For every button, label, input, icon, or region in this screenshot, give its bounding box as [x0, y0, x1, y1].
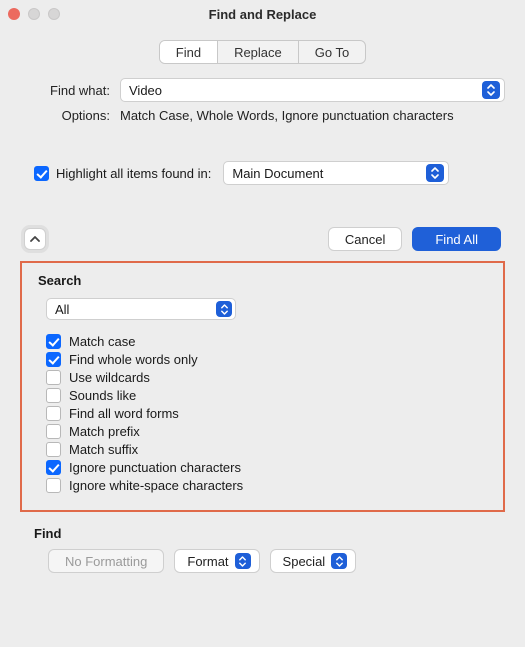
- options-summary: Match Case, Whole Words, Ignore punctuat…: [120, 108, 454, 123]
- no-formatting-button: No Formatting: [48, 549, 164, 573]
- search-option-checkbox[interactable]: [46, 388, 61, 403]
- search-scope-value: All: [55, 302, 69, 317]
- find-section-heading: Find: [34, 526, 505, 541]
- search-option-label: Find whole words only: [69, 352, 198, 367]
- highlight-label: Highlight all items found in:: [56, 166, 211, 181]
- cancel-button[interactable]: Cancel: [328, 227, 402, 251]
- search-option[interactable]: Ignore punctuation characters: [46, 460, 487, 475]
- chevron-up-icon: [30, 234, 40, 244]
- search-option-checkbox[interactable]: [46, 478, 61, 493]
- search-option-checkbox[interactable]: [46, 460, 61, 475]
- search-option-label: Match prefix: [69, 424, 140, 439]
- window-title: Find and Replace: [0, 7, 525, 22]
- find-what-label: Find what:: [20, 83, 120, 98]
- search-heading: Search: [38, 273, 487, 288]
- dropdown-icon: [235, 553, 251, 569]
- find-what-value: Video: [129, 83, 162, 98]
- search-option[interactable]: Match prefix: [46, 424, 487, 439]
- search-option[interactable]: Use wildcards: [46, 370, 487, 385]
- search-option-checkbox[interactable]: [46, 406, 61, 421]
- tab-replace[interactable]: Replace: [217, 41, 298, 63]
- search-option[interactable]: Find whole words only: [46, 352, 487, 367]
- search-option-label: Ignore punctuation characters: [69, 460, 241, 475]
- find-what-combo[interactable]: Video: [120, 78, 505, 102]
- highlight-scope-value: Main Document: [232, 166, 323, 181]
- tab-find[interactable]: Find: [160, 41, 217, 63]
- collapse-toggle[interactable]: [24, 228, 46, 250]
- search-option-label: Find all word forms: [69, 406, 179, 421]
- search-option-label: Match suffix: [69, 442, 138, 457]
- special-button[interactable]: Special: [270, 549, 357, 573]
- search-option-checkbox[interactable]: [46, 424, 61, 439]
- dropdown-icon: [331, 553, 347, 569]
- dropdown-icon: [426, 164, 444, 182]
- dialog-content: Find Replace Go To Find what: Video Opti…: [0, 28, 525, 591]
- search-option-label: Use wildcards: [69, 370, 150, 385]
- dropdown-icon: [216, 301, 232, 317]
- search-option-label: Match case: [69, 334, 135, 349]
- search-option-checkbox[interactable]: [46, 334, 61, 349]
- search-option-checkbox[interactable]: [46, 442, 61, 457]
- options-label: Options:: [20, 108, 120, 123]
- search-option-label: Sounds like: [69, 388, 136, 403]
- search-options-list: Match case Find whole words only Use wildc…: [38, 334, 487, 493]
- search-option-checkbox[interactable]: [46, 370, 61, 385]
- highlight-checkbox[interactable]: Highlight all items found in:: [34, 166, 211, 181]
- highlight-scope-combo[interactable]: Main Document: [223, 161, 449, 185]
- search-option[interactable]: Match suffix: [46, 442, 487, 457]
- search-scope-combo[interactable]: All: [46, 298, 236, 320]
- tab-goto[interactable]: Go To: [298, 41, 365, 63]
- format-button[interactable]: Format: [174, 549, 259, 573]
- special-button-label: Special: [283, 554, 326, 569]
- find-all-button[interactable]: Find All: [412, 227, 501, 251]
- search-option-label: Ignore white-space characters: [69, 478, 243, 493]
- highlight-checkbox-input[interactable]: [34, 166, 49, 181]
- search-option[interactable]: Match case: [46, 334, 487, 349]
- search-options-panel: Search All Match case Find whole words on…: [20, 261, 505, 512]
- search-option[interactable]: Sounds like: [46, 388, 487, 403]
- search-option-checkbox[interactable]: [46, 352, 61, 367]
- mode-tabs: Find Replace Go To: [159, 40, 366, 64]
- search-option[interactable]: Find all word forms: [46, 406, 487, 421]
- titlebar: Find and Replace: [0, 0, 525, 28]
- format-button-label: Format: [187, 554, 228, 569]
- dropdown-icon: [482, 81, 500, 99]
- search-option[interactable]: Ignore white-space characters: [46, 478, 487, 493]
